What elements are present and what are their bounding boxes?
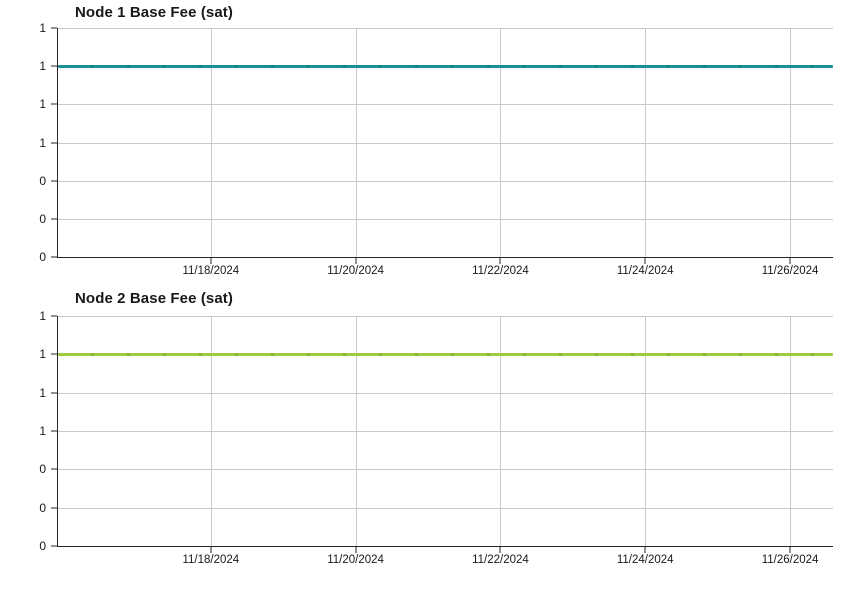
node2-series-line	[58, 353, 833, 356]
x-tick	[500, 258, 501, 264]
y-tick-label: 1	[2, 60, 46, 72]
gridline-h	[58, 431, 833, 432]
gridline-h	[58, 28, 833, 29]
x-tick	[790, 547, 791, 553]
y-tick	[51, 546, 57, 547]
y-tick-label: 1	[2, 22, 46, 34]
plot-area-node1: 1 1 1 1 0 0 0 11/18/2024 11/20/2024 11/2…	[57, 28, 833, 258]
gridline-v	[356, 316, 357, 546]
y-tick-label: 0	[2, 463, 46, 475]
y-tick-label: 1	[2, 98, 46, 110]
y-tick-label: 0	[2, 251, 46, 263]
y-tick	[51, 180, 57, 181]
gridline-v	[356, 28, 357, 257]
gridline-h	[58, 316, 833, 317]
x-tick-label: 11/26/2024	[762, 265, 819, 277]
chart-title-node1: Node 1 Base Fee (sat)	[75, 4, 233, 21]
y-tick	[51, 257, 57, 258]
x-tick	[790, 258, 791, 264]
gridline-v	[211, 316, 212, 546]
y-tick	[51, 392, 57, 393]
gridline-v	[500, 316, 501, 546]
x-tick	[645, 547, 646, 553]
y-tick	[51, 507, 57, 508]
y-tick	[51, 218, 57, 219]
chart-title-node2: Node 2 Base Fee (sat)	[75, 290, 233, 307]
y-tick	[51, 354, 57, 355]
y-tick-label: 1	[2, 387, 46, 399]
gridline-v	[645, 316, 646, 546]
y-tick	[51, 431, 57, 432]
y-tick	[51, 142, 57, 143]
gridline-h	[58, 393, 833, 394]
y-tick-label: 0	[2, 502, 46, 514]
x-tick-label: 11/22/2024	[472, 265, 529, 277]
gridline-v	[211, 28, 212, 257]
x-tick-label: 11/18/2024	[182, 265, 239, 277]
gridline-h	[58, 143, 833, 144]
gridline-h	[58, 181, 833, 182]
y-tick	[51, 316, 57, 317]
x-tick	[210, 547, 211, 553]
gridline-h	[58, 508, 833, 509]
x-tick	[355, 258, 356, 264]
x-tick-label: 11/20/2024	[327, 554, 384, 566]
gridline-h	[58, 469, 833, 470]
x-tick-label: 11/20/2024	[327, 265, 384, 277]
x-tick-label: 11/18/2024	[182, 554, 239, 566]
y-tick	[51, 66, 57, 67]
plot-area-node2: 1 1 1 1 0 0 0 11/18/2024 11/20/2024 11/2…	[57, 316, 833, 547]
y-tick-label: 0	[2, 213, 46, 225]
x-tick	[645, 258, 646, 264]
y-tick	[51, 469, 57, 470]
gridline-v	[500, 28, 501, 257]
x-tick-label: 11/26/2024	[762, 554, 819, 566]
y-tick-label: 0	[2, 175, 46, 187]
x-tick-label: 11/24/2024	[617, 554, 674, 566]
gridline-v	[790, 316, 791, 546]
x-tick-label: 11/22/2024	[472, 554, 529, 566]
gridline-h	[58, 219, 833, 220]
y-tick-label: 0	[2, 540, 46, 552]
y-tick	[51, 104, 57, 105]
x-tick	[210, 258, 211, 264]
x-tick	[500, 547, 501, 553]
y-tick-label: 1	[2, 310, 46, 322]
gridline-v	[790, 28, 791, 257]
y-tick	[51, 28, 57, 29]
y-tick-label: 1	[2, 137, 46, 149]
gridline-v	[645, 28, 646, 257]
y-tick-label: 1	[2, 348, 46, 360]
x-tick	[355, 547, 356, 553]
gridline-h	[58, 104, 833, 105]
x-tick-label: 11/24/2024	[617, 265, 674, 277]
y-tick-label: 1	[2, 425, 46, 437]
node1-series-line	[58, 65, 833, 68]
